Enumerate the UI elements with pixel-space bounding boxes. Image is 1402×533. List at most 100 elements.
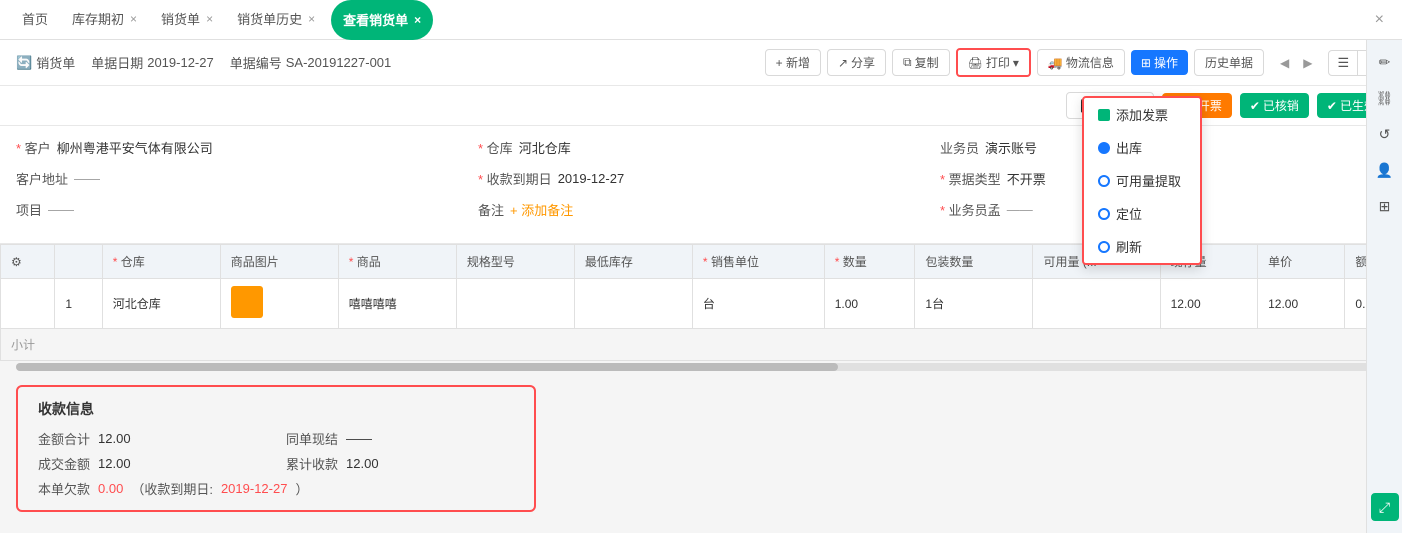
doc-actions: + 新增 ↗ 分享 ⧉ 复制 🖨 打印 ▾ 🚚 物流信息 ⊞ 操作 xyxy=(765,48,1386,77)
customer-addr-value: —— xyxy=(74,171,100,186)
add-invoice-item[interactable]: 添加发票 xyxy=(1084,98,1200,131)
cell-min-stock xyxy=(574,279,692,329)
next-arrow[interactable]: ▶ xyxy=(1297,52,1318,74)
tab-sales-order[interactable]: 销货单 × xyxy=(149,0,225,40)
doc-type: 🔄 销货单 xyxy=(16,53,75,72)
col-min-stock: 最低库存 xyxy=(574,245,692,279)
print-label: 打印 xyxy=(986,54,1010,71)
summary-same-settlement: 同单现结 —— xyxy=(286,429,514,448)
remark-label: 备注 xyxy=(478,200,504,219)
reviewed-btn[interactable]: ✔ 已核销 xyxy=(1240,93,1309,118)
cell-rownum: 1 xyxy=(55,279,102,329)
payment-date-label: 收款到期日 xyxy=(478,169,552,188)
logistics-button[interactable]: 🚚 物流信息 xyxy=(1037,49,1125,76)
tab-check-sales-close[interactable]: × xyxy=(414,13,421,27)
col-spec: 规格型号 xyxy=(456,245,574,279)
date-label-text: 单据日期 xyxy=(91,53,143,72)
outbound-item[interactable]: 出库 xyxy=(1084,131,1200,164)
project-label: 项目 xyxy=(16,200,42,219)
new-button[interactable]: + 新增 xyxy=(765,49,821,76)
copy-label: 复制 xyxy=(915,54,939,71)
print-button[interactable]: 🖨 打印 ▾ xyxy=(956,48,1031,77)
share-button[interactable]: ↗ 分享 xyxy=(827,49,886,76)
debt-date: 2019-12-27 xyxy=(221,481,288,496)
tab-inventory-init[interactable]: 库存期初 × xyxy=(60,0,149,40)
history-button[interactable]: 历史单据 xyxy=(1194,49,1264,76)
project-field: 项目 —— xyxy=(16,200,462,219)
tab-bar-right: × xyxy=(1367,11,1392,29)
deal-amount-value: 12.00 xyxy=(98,456,131,471)
staff-label: 业务员 xyxy=(940,138,979,157)
tab-home[interactable]: 首页 xyxy=(10,0,60,40)
customer-addr-field: 客户地址 —— xyxy=(16,169,462,188)
locate-item[interactable]: 定位 xyxy=(1084,197,1200,230)
sidebar-link-icon[interactable]: ⛓ xyxy=(1371,84,1399,112)
salesperson-label: 业务员孟 xyxy=(940,200,1001,219)
copy-button[interactable]: ⧉ 复制 xyxy=(892,49,950,76)
logistics-icon: 🚚 xyxy=(1048,56,1063,70)
app-container: 首页 库存期初 × 销货单 × 销货单历史 × 查看销货单 × × 🔄 销货单 xyxy=(0,0,1402,533)
cell-product-img xyxy=(220,279,338,329)
cell-warehouse: 河北仓库 xyxy=(102,279,220,329)
debt-end: ） xyxy=(295,479,308,498)
outbound-icon xyxy=(1098,142,1110,154)
ticket-type-label: 票据类型 xyxy=(940,169,1001,188)
col-rownum xyxy=(55,245,102,279)
table-row: 1 河北仓库 嘻嘻嘻嘻 台 1.00 1台 12.00 12.00 0. xyxy=(1,279,1402,329)
warehouse-field: 仓库 河北仓库 xyxy=(478,138,924,157)
date-value: 2019-12-27 xyxy=(147,55,214,70)
doc-date-label: 单据日期 2019-12-27 xyxy=(91,53,214,72)
tab-check-sales[interactable]: 查看销货单 × xyxy=(331,0,433,40)
summary-debt-row: 本单欠款 0.00 （收款到期日: 2019-12-27 ） xyxy=(38,479,514,498)
tab-sales-label: 销货单 xyxy=(161,9,200,28)
col-product: 商品 xyxy=(338,245,456,279)
reviewed-label: 已核销 xyxy=(1263,97,1299,114)
debt-note: （收款到期日: xyxy=(131,479,213,498)
col-quantity: 数量 xyxy=(824,245,915,279)
project-value: —— xyxy=(48,202,74,217)
tab-sales-close[interactable]: × xyxy=(206,12,213,26)
payment-date-field: 收款到期日 2019-12-27 xyxy=(478,169,924,188)
list-view-btn[interactable]: ☰ xyxy=(1328,50,1358,76)
refresh-item[interactable]: 刷新 xyxy=(1084,230,1200,263)
number-label-text: 单据编号 xyxy=(230,53,282,72)
total-amount-value: 12.00 xyxy=(98,431,131,446)
tab-sales-history[interactable]: 销货单历史 × xyxy=(225,0,327,40)
customer-label: 客户 xyxy=(16,138,51,157)
number-value: SA-20191227-001 xyxy=(286,55,392,70)
window-close-btn[interactable]: × xyxy=(1367,11,1392,28)
sidebar-table-icon[interactable]: ⊞ xyxy=(1371,192,1399,220)
total-amount-label: 金额合计 xyxy=(38,429,90,448)
remark-field: 备注 + 添加备注 xyxy=(478,200,924,219)
nav-arrows: ◀ ▶ xyxy=(1274,52,1318,74)
sidebar-edit-icon[interactable]: ✏ xyxy=(1371,48,1399,76)
available-pick-item[interactable]: 可用量提取 xyxy=(1084,164,1200,197)
col-unit-price: 单价 xyxy=(1258,245,1345,279)
doc-type-icon: 🔄 xyxy=(16,55,32,71)
subtotal-label: 小计 xyxy=(1,329,1402,361)
prev-arrow[interactable]: ◀ xyxy=(1274,52,1295,74)
table-scroll-thumb xyxy=(16,363,838,371)
available-pick-icon xyxy=(1098,175,1110,187)
customer-field: 客户 柳州粤港平安气体有限公司 xyxy=(16,138,462,157)
add-remark-btn[interactable]: + 添加备注 xyxy=(510,200,573,219)
operations-icon: ⊞ xyxy=(1141,56,1151,70)
summary-box: 收款信息 金额合计 12.00 同单现结 —— 成交金额 12.00 累计收款 … xyxy=(16,385,536,512)
check-icon: ✔ xyxy=(1250,99,1260,113)
tab-inventory-close[interactable]: × xyxy=(130,12,137,26)
print-dropdown-icon: ▾ xyxy=(1013,56,1019,70)
col-pkg-qty: 包装数量 xyxy=(915,245,1033,279)
share-icon: ↗ xyxy=(838,56,848,70)
tab-sales-history-close[interactable]: × xyxy=(308,12,315,26)
salesperson-value: —— xyxy=(1007,202,1033,217)
sidebar-refresh-icon[interactable]: ↺ xyxy=(1371,120,1399,148)
locate-icon xyxy=(1098,208,1110,220)
summary-deal-amount: 成交金额 12.00 xyxy=(38,454,266,473)
tab-check-sales-label: 查看销货单 xyxy=(343,10,408,29)
sidebar-user-icon[interactable]: 👤 xyxy=(1371,156,1399,184)
tab-sales-history-label: 销货单历史 xyxy=(237,9,302,28)
table-scrollbar[interactable] xyxy=(16,363,1386,371)
operations-button[interactable]: ⊞ 操作 xyxy=(1131,50,1188,75)
add-invoice-icon xyxy=(1098,109,1110,121)
sidebar-expand-icon[interactable]: ⤢ xyxy=(1371,493,1399,521)
